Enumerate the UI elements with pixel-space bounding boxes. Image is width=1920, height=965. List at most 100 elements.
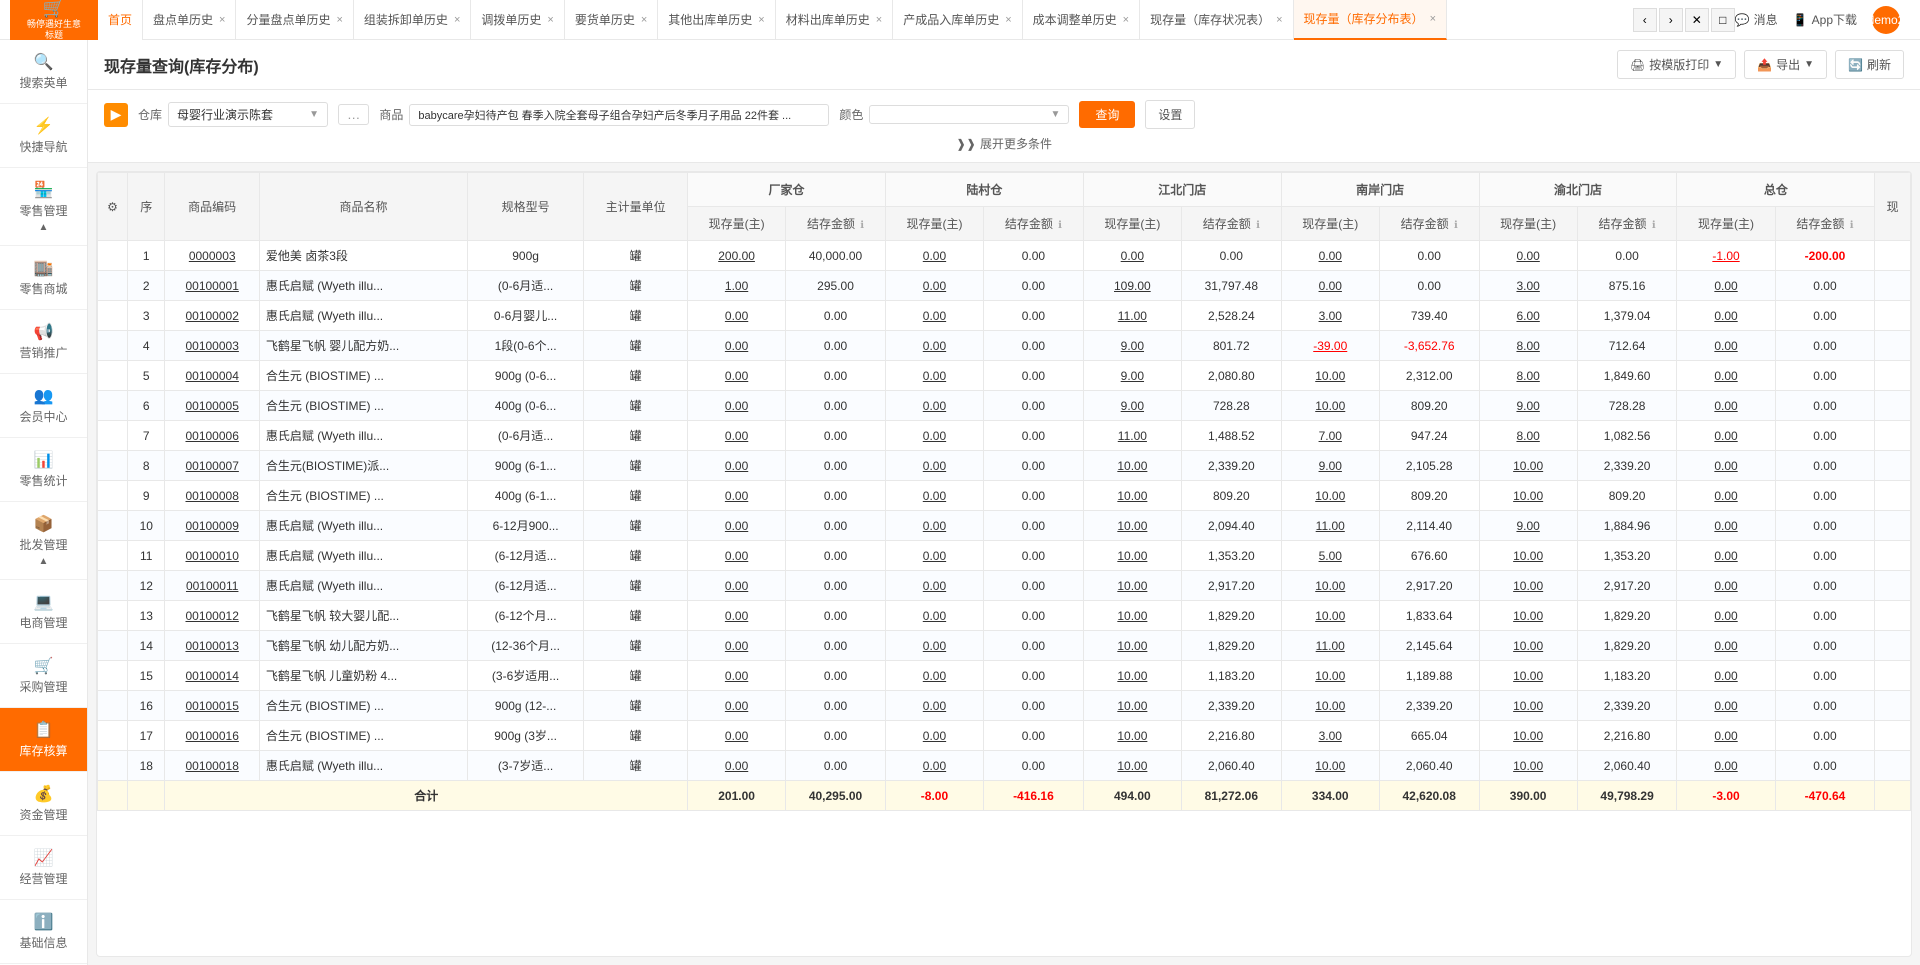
tab-item[interactable]: 现存量（库存状况表）× [1140, 0, 1293, 40]
tab-item[interactable]: 盘点单历史× [143, 0, 236, 40]
table-cell[interactable]: 10.00 [1479, 481, 1577, 511]
refresh-button[interactable]: 🔄 刷新 [1835, 50, 1904, 79]
table-cell[interactable]: 0.00 [1281, 241, 1379, 271]
table-cell[interactable]: 00100016 [165, 721, 259, 751]
table-cell[interactable]: 0.00 [885, 721, 983, 751]
yubei-amt-info[interactable]: ℹ [1652, 220, 1656, 231]
table-cell[interactable]: 00100004 [165, 361, 259, 391]
color-select[interactable]: ▼ [869, 105, 1069, 124]
table-cell[interactable]: 0.00 [1677, 511, 1775, 541]
table-cell[interactable]: 0.00 [885, 751, 983, 781]
table-cell[interactable]: 0.00 [885, 691, 983, 721]
table-cell[interactable]: 3.00 [1479, 271, 1577, 301]
table-cell[interactable]: 0.00 [688, 661, 786, 691]
table-cell[interactable]: 11.00 [1281, 631, 1379, 661]
table-cell[interactable]: 0.00 [688, 331, 786, 361]
table-cell[interactable]: 10.00 [1083, 451, 1181, 481]
sidebar-item-快捷导航[interactable]: ⚡快捷导航 [0, 104, 87, 168]
filter-collapse-btn[interactable]: ▶ [104, 103, 128, 127]
table-cell[interactable]: 0.00 [885, 511, 983, 541]
table-cell[interactable]: 0.00 [1677, 451, 1775, 481]
table-cell[interactable]: 0.00 [885, 631, 983, 661]
warehouse-more-btn[interactable]: … [338, 104, 369, 125]
tab-item[interactable]: 分量盘点单历史× [236, 0, 353, 40]
table-cell[interactable]: 0.00 [885, 241, 983, 271]
table-cell[interactable]: 10.00 [1479, 451, 1577, 481]
tab-scroll-right[interactable]: › [1659, 8, 1683, 32]
table-cell[interactable]: 9.00 [1083, 361, 1181, 391]
table-cell[interactable]: 200.00 [688, 241, 786, 271]
query-button[interactable]: 查询 [1079, 101, 1135, 128]
tab-item[interactable]: 其他出库单历史× [658, 0, 775, 40]
table-cell[interactable]: 0.00 [688, 391, 786, 421]
table-cell[interactable]: 00100010 [165, 541, 259, 571]
table-cell[interactable]: 0.00 [688, 541, 786, 571]
table-cell[interactable]: 109.00 [1083, 271, 1181, 301]
tab-item[interactable]: 现存量（库存分布表）× [1294, 0, 1447, 40]
tab-close-btn[interactable]: × [336, 14, 342, 26]
table-cell[interactable]: 11.00 [1083, 301, 1181, 331]
sidebar-item-经营管理[interactable]: 📈经营管理 [0, 836, 87, 900]
table-cell[interactable]: 9.00 [1479, 391, 1577, 421]
message-link[interactable]: 💬 消息 [1735, 11, 1778, 28]
table-cell[interactable]: 0000003 [165, 241, 259, 271]
table-cell[interactable]: 0.00 [688, 631, 786, 661]
table-cell[interactable]: 8.00 [1479, 421, 1577, 451]
sidebar-item-会员中心[interactable]: 👥会员中心 [0, 374, 87, 438]
table-cell[interactable]: 0.00 [688, 451, 786, 481]
tab-close-btn[interactable]: × [1430, 13, 1436, 25]
table-cell[interactable]: 0.00 [1677, 271, 1775, 301]
table-cell[interactable]: 3.00 [1281, 301, 1379, 331]
tab-item[interactable]: 要货单历史× [565, 0, 658, 40]
app-download-link[interactable]: 📱 App下载 [1793, 11, 1857, 28]
table-cell[interactable]: 9.00 [1281, 451, 1379, 481]
table-cell[interactable]: 00100008 [165, 481, 259, 511]
table-cell[interactable]: 0.00 [1677, 421, 1775, 451]
lucun-amt-info[interactable]: ℹ [1058, 220, 1062, 231]
table-cell[interactable]: 10.00 [1083, 691, 1181, 721]
table-cell[interactable]: 0.00 [1479, 241, 1577, 271]
sidebar-item-零售商城[interactable]: 🏬零售商城 [0, 246, 87, 310]
table-cell[interactable]: 0.00 [1677, 751, 1775, 781]
table-cell[interactable]: 10.00 [1479, 691, 1577, 721]
table-cell[interactable]: 0.00 [688, 361, 786, 391]
table-cell[interactable]: 7.00 [1281, 421, 1379, 451]
table-cell[interactable]: 10.00 [1083, 511, 1181, 541]
table-cell[interactable]: 0.00 [688, 511, 786, 541]
table-cell[interactable]: 0.00 [885, 391, 983, 421]
table-cell[interactable]: 10.00 [1083, 481, 1181, 511]
tab-close-btn[interactable]: × [1005, 14, 1011, 26]
table-cell[interactable]: 0.00 [1677, 661, 1775, 691]
table-cell[interactable]: 0.00 [1677, 691, 1775, 721]
table-cell[interactable]: 0.00 [1677, 301, 1775, 331]
table-cell[interactable]: 0.00 [1677, 481, 1775, 511]
table-cell[interactable]: 0.00 [1083, 241, 1181, 271]
sidebar-item-零售统计[interactable]: 📊零售统计 [0, 438, 87, 502]
sidebar-item-采购管理[interactable]: 🛒采购管理 [0, 644, 87, 708]
table-cell[interactable]: 10.00 [1083, 541, 1181, 571]
table-cell[interactable]: 10.00 [1479, 721, 1577, 751]
table-cell[interactable]: 0.00 [885, 421, 983, 451]
table-cell[interactable]: 00100018 [165, 751, 259, 781]
sidebar-item-资金管理[interactable]: 💰资金管理 [0, 772, 87, 836]
table-cell[interactable]: 00100007 [165, 451, 259, 481]
sidebar-item-电商管理[interactable]: 💻电商管理 [0, 580, 87, 644]
nanan-amt-info[interactable]: ℹ [1454, 220, 1458, 231]
table-cell[interactable]: 00100012 [165, 601, 259, 631]
table-cell[interactable]: 9.00 [1083, 331, 1181, 361]
table-cell[interactable]: 10.00 [1083, 571, 1181, 601]
sidebar-item-营销推广[interactable]: 📢营销推广 [0, 310, 87, 374]
table-cell[interactable]: 11.00 [1083, 421, 1181, 451]
setting-button[interactable]: 设置 [1145, 100, 1195, 129]
table-cell[interactable]: 0.00 [688, 421, 786, 451]
table-cell[interactable]: 00100015 [165, 691, 259, 721]
table-cell[interactable]: 10.00 [1479, 631, 1577, 661]
table-cell[interactable]: 00100011 [165, 571, 259, 601]
table-cell[interactable]: 9.00 [1083, 391, 1181, 421]
tab-item[interactable]: 成本调整单历史× [1023, 0, 1140, 40]
table-cell[interactable]: 0.00 [1677, 541, 1775, 571]
changfen-amt-info[interactable]: ℹ [860, 220, 864, 231]
table-cell[interactable]: 0.00 [885, 301, 983, 331]
table-cell[interactable]: 10.00 [1479, 541, 1577, 571]
table-cell[interactable]: 10.00 [1479, 601, 1577, 631]
